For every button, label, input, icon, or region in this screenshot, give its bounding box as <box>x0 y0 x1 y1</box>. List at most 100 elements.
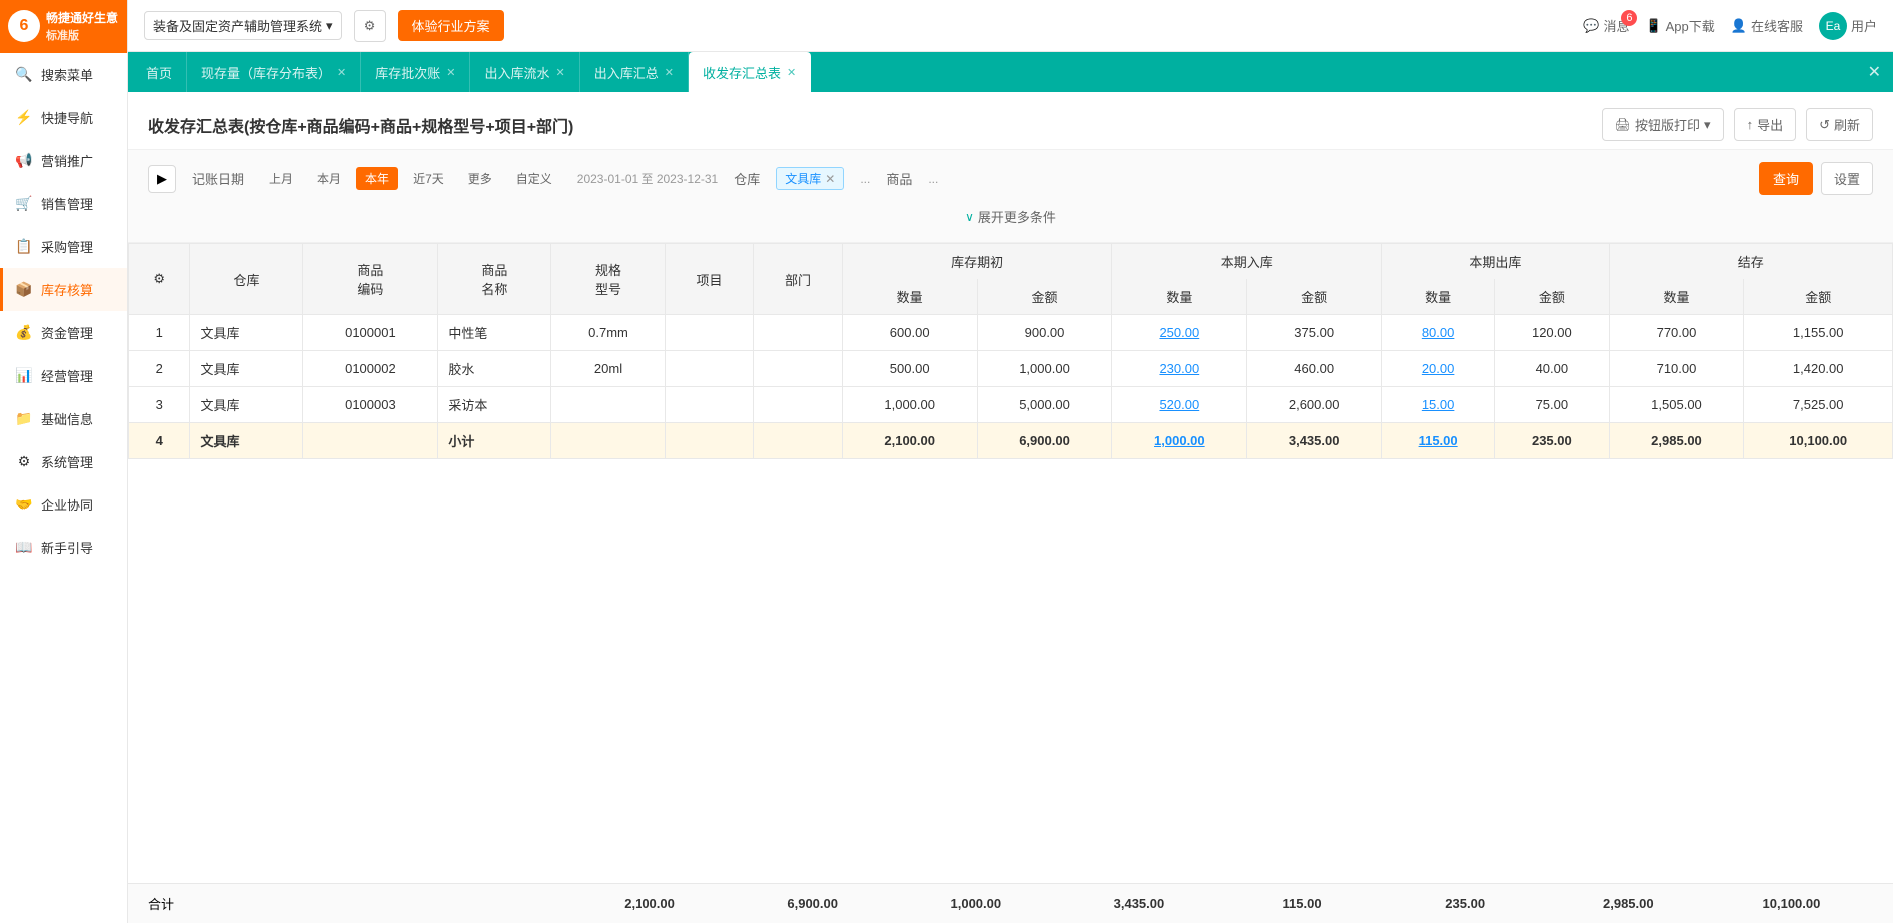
cell-opening-amt: 5,000.00 <box>977 387 1112 423</box>
col-settings-header[interactable]: ⚙ <box>129 244 190 315</box>
system-selector[interactable]: 装备及固定资产辅助管理系统 ▾ <box>144 11 342 40</box>
tab-close-recv-send-summary[interactable]: ✕ <box>787 66 796 79</box>
sidebar-item-search[interactable]: 🔍 搜索菜单 <box>0 53 127 96</box>
cell-closing-qty: 2,985.00 <box>1609 423 1744 459</box>
filter-settings-toggle[interactable]: ▶ <box>148 165 176 193</box>
cell-out-amt: 120.00 <box>1495 315 1609 351</box>
sidebar-item-marketing[interactable]: 📢 营销推广 <box>0 139 127 182</box>
sidebar-icon-cooperation: 🤝 <box>15 495 33 513</box>
date-option-本年[interactable]: 本年 <box>356 167 398 190</box>
cell-out-qty[interactable]: 115.00 <box>1382 423 1495 459</box>
page-content: 收发存汇总表(按仓库+商品编码+商品+规格型号+项目+部门) 🖨 按钮版打印 ▾… <box>128 92 1893 923</box>
sidebar-item-operations[interactable]: 📊 经营管理 <box>0 354 127 397</box>
date-option-更多[interactable]: 更多 <box>459 167 501 190</box>
sidebar-icon-newbie: 📖 <box>15 538 33 556</box>
online-service-item[interactable]: 👤 在线客服 <box>1731 16 1803 35</box>
date-option-近7天[interactable]: 近7天 <box>404 167 453 190</box>
sidebar-item-inventory[interactable]: 📦 库存核算 <box>0 268 127 311</box>
user-item[interactable]: Ea 用户 <box>1819 12 1877 40</box>
date-option-自定义[interactable]: 自定义 <box>507 167 561 190</box>
sidebar-item-purchase[interactable]: 📋 采购管理 <box>0 225 127 268</box>
table-row: 4 文具库 小计 2,100.00 6,900.00 1,000.00 3,43… <box>129 423 1893 459</box>
col-project-header: 项目 <box>665 244 754 315</box>
sidebar-icon-finance: 💰 <box>15 323 33 341</box>
tab-recv-send-summary[interactable]: 收发存汇总表 ✕ <box>689 52 811 92</box>
cell-out-qty[interactable]: 20.00 <box>1382 351 1495 387</box>
tab-in-out-flow[interactable]: 出入库流水 ✕ <box>470 52 579 92</box>
date-option-上月[interactable]: 上月 <box>260 167 302 190</box>
print-button[interactable]: 🖨 按钮版打印 ▾ <box>1602 108 1724 141</box>
sidebar-icon-inventory: 📦 <box>15 280 33 298</box>
cell-no: 4 <box>129 423 190 459</box>
date-filter-label: 记账日期 <box>192 169 244 188</box>
expand-more-btn[interactable]: ∨ 展开更多条件 <box>148 203 1873 230</box>
table-row: 1 文具库 0100001 中性笔 0.7mm 600.00 900.00 25… <box>129 315 1893 351</box>
cell-out-qty[interactable]: 15.00 <box>1382 387 1495 423</box>
cell-in-qty[interactable]: 250.00 <box>1112 315 1247 351</box>
cell-code: 0100002 <box>303 351 438 387</box>
tab-batch-ledger[interactable]: 库存批次账 ✕ <box>361 52 470 92</box>
sidebar-item-system[interactable]: ⚙ 系统管理 <box>0 440 127 483</box>
cell-warehouse: 文具库 <box>190 351 303 387</box>
trial-button[interactable]: 体验行业方案 <box>398 10 504 41</box>
footer-label: 合计 <box>148 894 568 913</box>
export-button[interactable]: ↑ 导出 <box>1734 108 1797 141</box>
goods-more[interactable]: ... <box>928 172 938 186</box>
query-button[interactable]: 查询 <box>1759 162 1813 195</box>
cell-project <box>665 387 754 423</box>
sidebar-item-newbie[interactable]: 📖 新手引导 <box>0 526 127 569</box>
cell-in-qty[interactable]: 1,000.00 <box>1112 423 1247 459</box>
col-in-header: 本期入库 <box>1112 244 1382 280</box>
cell-out-qty[interactable]: 80.00 <box>1382 315 1495 351</box>
cell-dept <box>754 387 843 423</box>
sidebar-item-cooperation[interactable]: 🤝 企业协同 <box>0 483 127 526</box>
tab-close-stock-dist[interactable]: ✕ <box>337 66 346 79</box>
col-opening-header: 库存期初 <box>842 244 1112 280</box>
system-title: 装备及固定资产辅助管理系统 <box>153 16 322 35</box>
chevron-down-icon: ▾ <box>1704 117 1711 133</box>
close-all-tabs[interactable]: ✕ <box>1860 62 1889 82</box>
footer-out-amt: 235.00 <box>1384 896 1547 911</box>
sidebar-item-quick-nav[interactable]: ⚡ 快捷导航 <box>0 96 127 139</box>
tab-in-out-summary[interactable]: 出入库汇总 ✕ <box>580 52 689 92</box>
sidebar-icon-basic: 📁 <box>15 409 33 427</box>
tab-home[interactable]: 首页 <box>132 52 187 92</box>
tab-close-batch-ledger[interactable]: ✕ <box>446 66 455 79</box>
sidebar-label-quick-nav: 快捷导航 <box>41 108 93 127</box>
closing-qty-header: 数量 <box>1609 279 1744 315</box>
col-spec-header: 规格型号 <box>551 244 665 315</box>
cell-name: 中性笔 <box>438 315 551 351</box>
col-dept-header: 部门 <box>754 244 843 315</box>
tab-label-in-out-summary: 出入库汇总 <box>594 63 659 82</box>
tab-close-in-out-summary[interactable]: ✕ <box>665 66 674 79</box>
tab-close-in-out-flow[interactable]: ✕ <box>556 66 565 79</box>
cell-code: 0100001 <box>303 315 438 351</box>
cell-in-qty[interactable]: 520.00 <box>1112 387 1247 423</box>
messages-item[interactable]: 💬 消息 6 <box>1583 16 1629 35</box>
settings-config-button[interactable]: 设置 <box>1821 162 1873 195</box>
tab-stock-dist[interactable]: 现存量（库存分布表） ✕ <box>187 52 361 92</box>
warehouse-more[interactable]: ... <box>860 172 870 186</box>
cell-in-amt: 3,435.00 <box>1247 423 1382 459</box>
table-row: 3 文具库 0100003 采访本 1,000.00 5,000.00 520.… <box>129 387 1893 423</box>
sidebar-item-sales[interactable]: 🛒 销售管理 <box>0 182 127 225</box>
footer-opening-qty: 2,100.00 <box>568 896 731 911</box>
app-download-item[interactable]: 📱 App下载 <box>1645 16 1714 35</box>
app-download-label: App下载 <box>1666 16 1715 35</box>
warehouse-tag-close[interactable]: ✕ <box>825 172 835 186</box>
footer-in-amt: 3,435.00 <box>1057 896 1220 911</box>
cell-closing-qty: 710.00 <box>1609 351 1744 387</box>
cell-dept <box>754 423 843 459</box>
cell-dept <box>754 315 843 351</box>
cell-in-qty[interactable]: 230.00 <box>1112 351 1247 387</box>
cell-in-amt: 460.00 <box>1247 351 1382 387</box>
settings-button[interactable]: ⚙ <box>354 10 386 42</box>
refresh-button[interactable]: ↺ 刷新 <box>1806 108 1873 141</box>
warehouse-tag[interactable]: 文具库 ✕ <box>776 167 844 190</box>
sidebar-label-basic: 基础信息 <box>41 409 93 428</box>
sidebar-item-basic[interactable]: 📁 基础信息 <box>0 397 127 440</box>
sidebar-item-finance[interactable]: 💰 资金管理 <box>0 311 127 354</box>
cell-opening-qty: 2,100.00 <box>842 423 977 459</box>
sidebar-logo: 6 畅捷通好生意 标准版 <box>0 0 127 53</box>
date-option-本月[interactable]: 本月 <box>308 167 350 190</box>
